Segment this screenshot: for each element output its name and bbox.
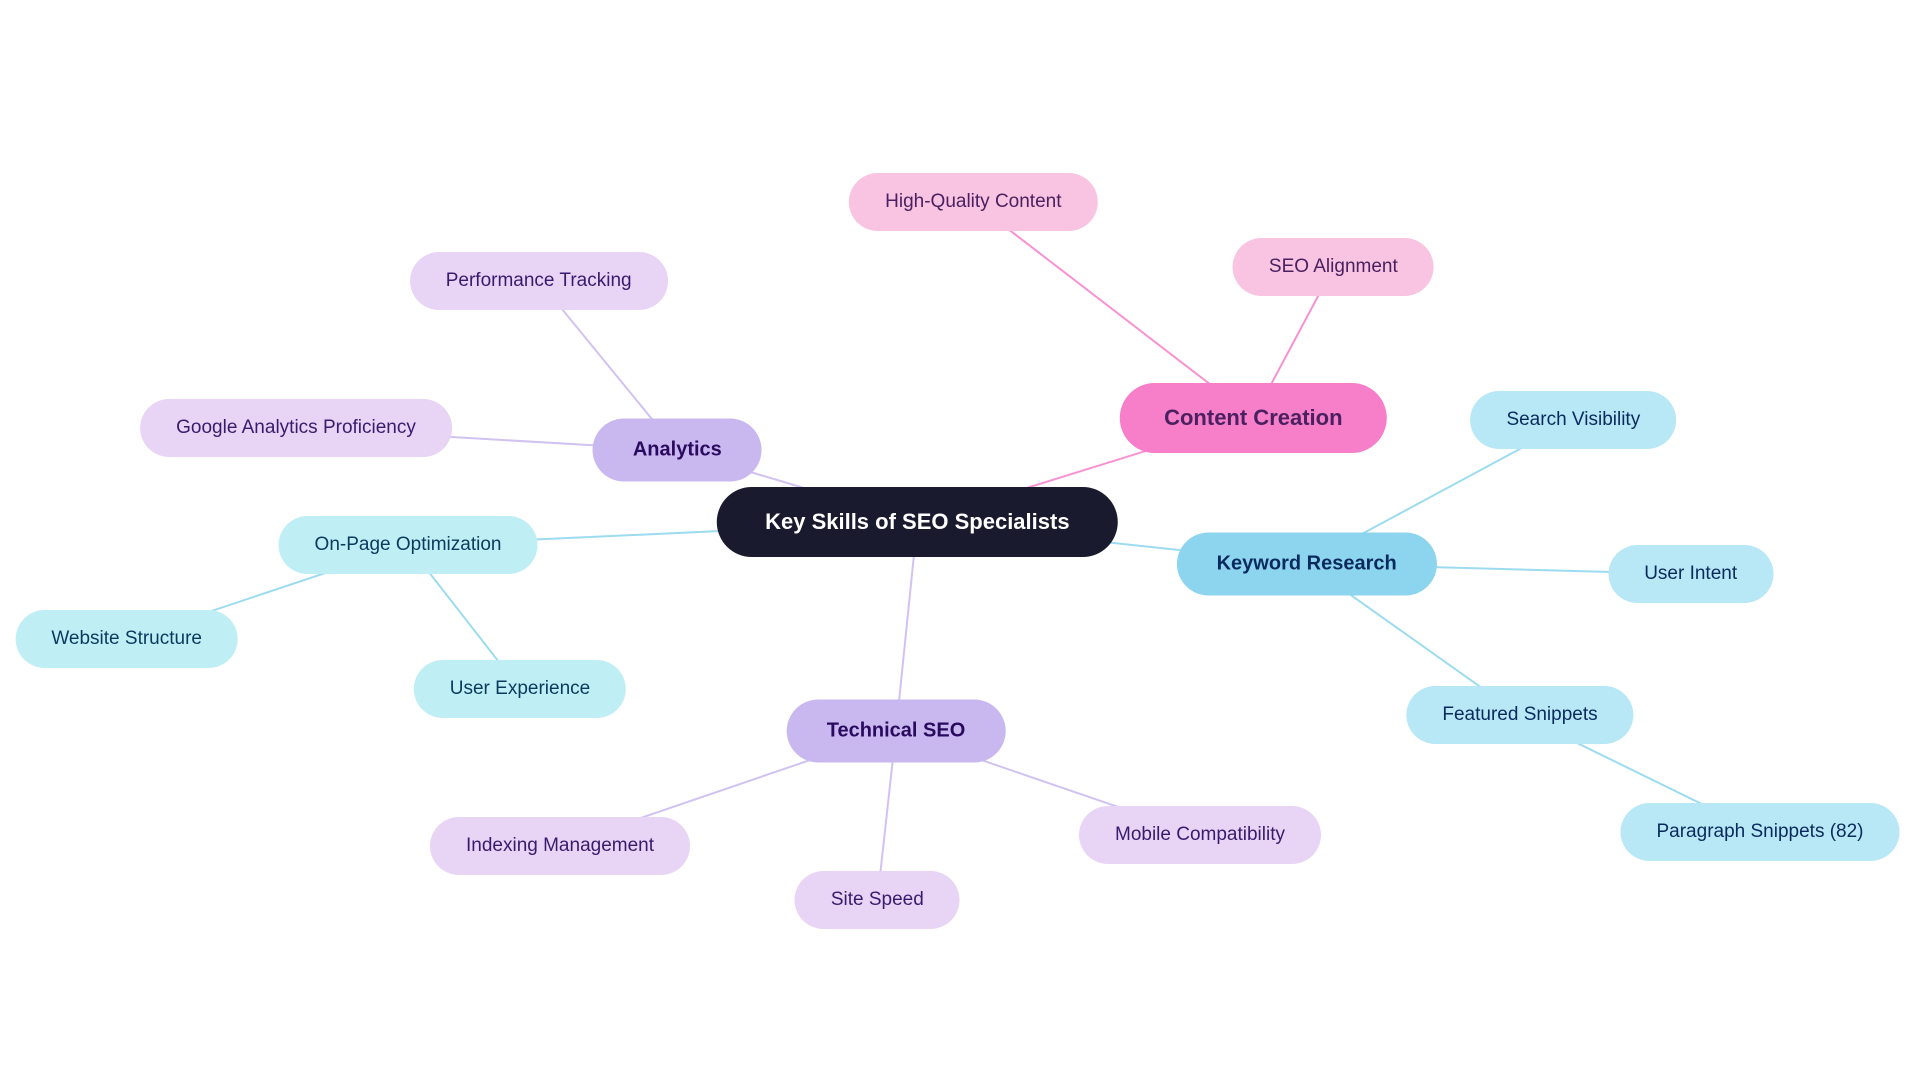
node-indexing-management: Indexing Management <box>430 817 690 875</box>
node-featured-snippets: Featured Snippets <box>1406 686 1633 744</box>
node-paragraph-snippets: Paragraph Snippets (82) <box>1620 803 1899 861</box>
node-mobile-compatibility: Mobile Compatibility <box>1079 806 1321 864</box>
node-performance-tracking: Performance Tracking <box>410 252 668 310</box>
node-user-experience: User Experience <box>414 660 626 718</box>
node-site-speed: Site Speed <box>795 871 960 929</box>
node-seo-alignment: SEO Alignment <box>1233 238 1434 296</box>
node-on-page-optimization: On-Page Optimization <box>279 516 538 574</box>
center-node: Key Skills of SEO Specialists <box>717 487 1117 557</box>
node-analytics: Analytics <box>593 419 762 482</box>
mind-map: Key Skills of SEO SpecialistsContent Cre… <box>0 0 1920 1083</box>
node-keyword-research: Keyword Research <box>1177 532 1437 595</box>
node-search-visibility: Search Visibility <box>1470 391 1676 449</box>
node-user-intent: User Intent <box>1608 545 1773 603</box>
node-content-creation: Content Creation <box>1120 383 1386 453</box>
node-website-structure: Website Structure <box>15 610 238 668</box>
node-technical-seo: Technical SEO <box>787 699 1006 762</box>
node-google-analytics: Google Analytics Proficiency <box>140 399 452 457</box>
node-high-quality-content: High-Quality Content <box>849 173 1097 231</box>
